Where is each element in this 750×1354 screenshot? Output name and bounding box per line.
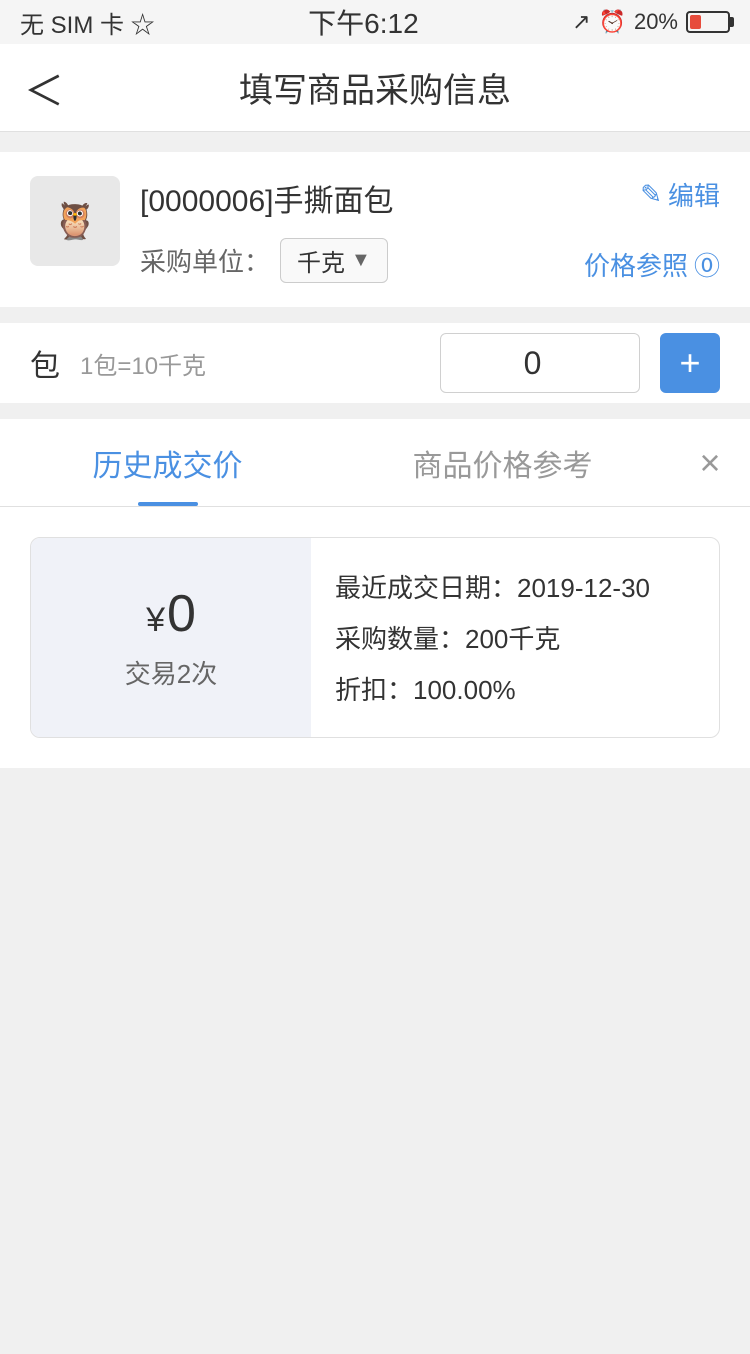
- status-bar: 无 SIM 卡 ☆ 下午6:12 ↗ ⏰ 20%: [0, 0, 750, 44]
- edit-icon: ✎: [640, 179, 662, 210]
- unit-label: 采购单位：: [140, 242, 270, 279]
- quantity-row: 包 1包=10千克 +: [0, 323, 750, 403]
- tab-history-price[interactable]: 历史成交价: [0, 419, 335, 506]
- discount-label: 折扣：: [335, 675, 413, 705]
- discount-row: 折扣：100.00%: [335, 670, 695, 707]
- product-logo-icon: 🦉: [53, 200, 98, 242]
- date-row: 最近成交日期：2019-12-30: [335, 568, 695, 605]
- alarm-icon: ⏰: [599, 9, 626, 35]
- back-button[interactable]: ＜: [24, 59, 64, 117]
- price-value: 0: [167, 584, 196, 644]
- price-trades: 交易2次: [125, 654, 217, 691]
- battery-percent: 20%: [634, 9, 678, 35]
- tab-history-price-label: 历史成交价: [93, 441, 243, 485]
- quantity-value: 200千克: [465, 624, 560, 654]
- unit-selector[interactable]: 千克 ▼: [280, 238, 388, 283]
- price-card: ¥ 0 交易2次 最近成交日期：2019-12-30 采购数量：200千克 折扣…: [30, 537, 720, 738]
- tab-product-price-ref[interactable]: 商品价格参考: [335, 419, 670, 506]
- tab-close-button[interactable]: ×: [670, 419, 750, 506]
- quantity-label-detail: 采购数量：: [335, 624, 465, 654]
- dropdown-arrow-icon: ▼: [351, 249, 371, 272]
- close-icon: ×: [699, 442, 720, 484]
- page-title: 填写商品采购信息: [239, 63, 511, 112]
- product-logo: 🦉: [30, 176, 120, 266]
- discount-value: 100.00%: [413, 675, 516, 705]
- back-icon: ＜: [24, 59, 64, 117]
- plus-icon: +: [679, 342, 700, 384]
- help-icon: ⓪: [694, 246, 720, 283]
- currency-symbol: ¥: [146, 601, 165, 640]
- price-amount: ¥ 0: [146, 584, 196, 644]
- price-ref-label: 价格参照: [584, 246, 688, 283]
- package-label: 包: [30, 341, 60, 385]
- package-ratio: 1包=10千克: [80, 346, 206, 381]
- quantity-input[interactable]: [440, 333, 640, 393]
- location-icon: ↗: [572, 9, 590, 35]
- section-divider: [0, 307, 750, 323]
- date-label: 最近成交日期：: [335, 573, 517, 603]
- status-right: ↗ ⏰ 20%: [572, 9, 730, 35]
- date-value: 2019-12-30: [517, 573, 650, 603]
- status-time: 下午6:12: [308, 2, 419, 42]
- tab-active-indicator: [138, 502, 198, 506]
- price-content: ¥ 0 交易2次 最近成交日期：2019-12-30 采购数量：200千克 折扣…: [0, 507, 750, 768]
- quantity-plus-button[interactable]: +: [660, 333, 720, 393]
- sim-text: 无 SIM 卡 ☆: [20, 5, 155, 40]
- unit-value: 千克: [297, 243, 345, 278]
- status-left: 无 SIM 卡 ☆: [20, 5, 155, 40]
- nav-bar: ＜ 填写商品采购信息: [0, 44, 750, 132]
- tab-product-price-ref-label: 商品价格参考: [413, 441, 593, 485]
- quantity-row-detail: 采购数量：200千克: [335, 619, 695, 656]
- product-card: 🦉 [0000006]手撕面包 采购单位： 千克 ▼ ✎ 编辑 价格参照 ⓪: [0, 152, 750, 307]
- battery-icon: [686, 11, 730, 33]
- edit-label: 编辑: [668, 176, 720, 213]
- tab-header: 历史成交价 商品价格参考 ×: [0, 419, 750, 507]
- price-card-left: ¥ 0 交易2次: [31, 538, 311, 737]
- page-content: 🦉 [0000006]手撕面包 采购单位： 千克 ▼ ✎ 编辑 价格参照 ⓪ 包…: [0, 152, 750, 1354]
- product-name: [0000006]手撕面包: [140, 176, 720, 220]
- price-reference-button[interactable]: 价格参照 ⓪: [584, 246, 720, 283]
- edit-button[interactable]: ✎ 编辑: [640, 176, 720, 213]
- tab-panel: 历史成交价 商品价格参考 × ¥ 0 交易2次: [0, 419, 750, 768]
- price-card-right: 最近成交日期：2019-12-30 采购数量：200千克 折扣：100.00%: [311, 538, 719, 737]
